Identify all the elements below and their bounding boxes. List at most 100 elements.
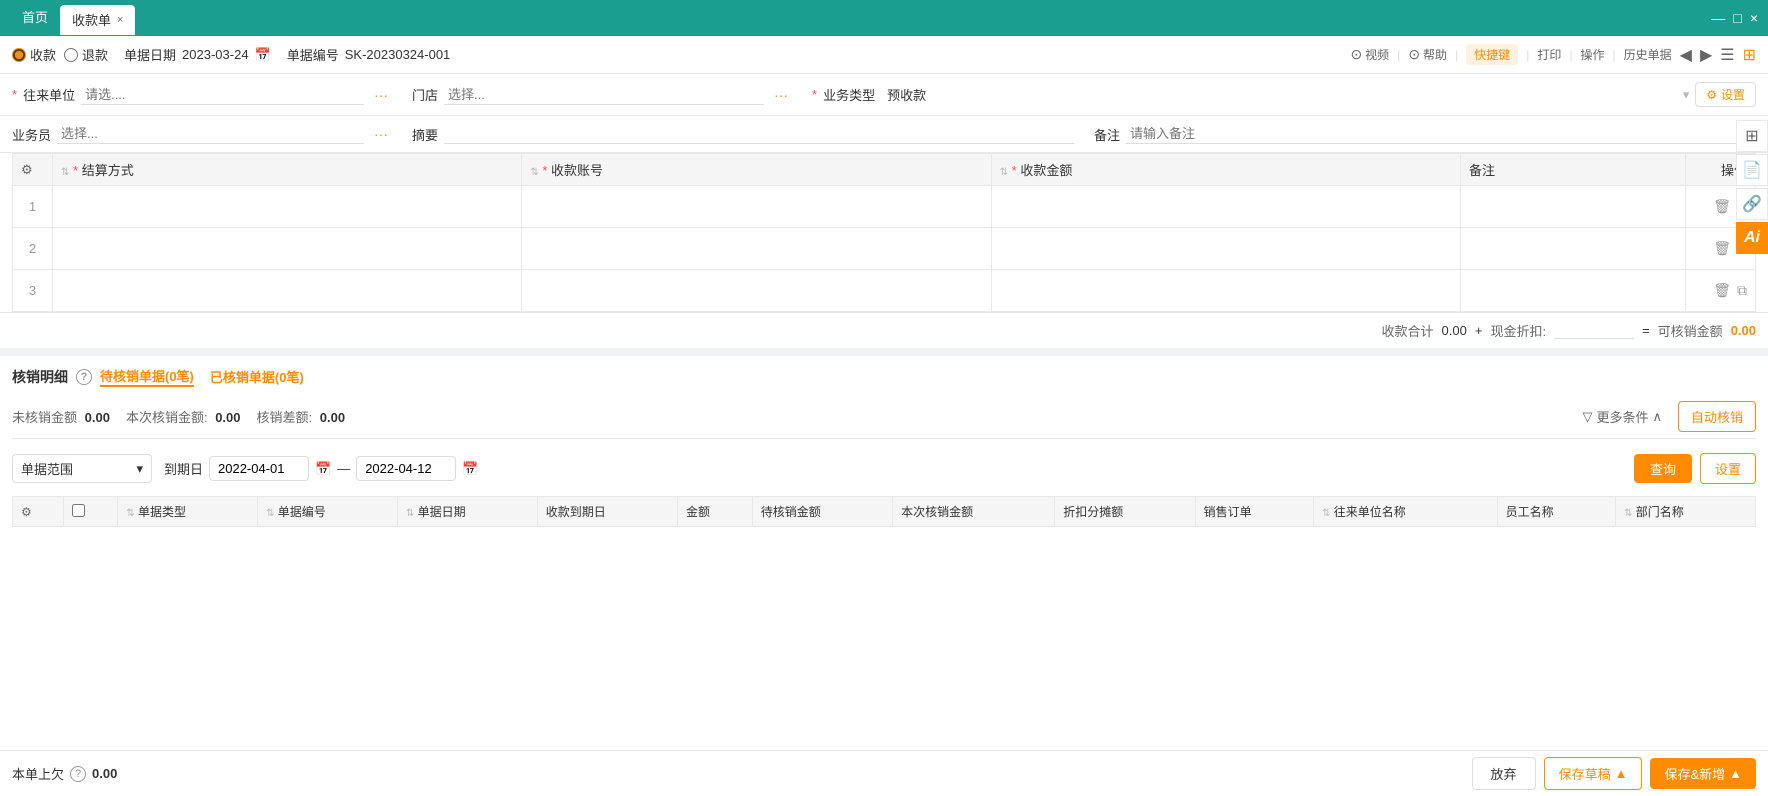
bendan-info-icon[interactable]: ? [70,766,86,782]
help-btn[interactable]: ⊙ 帮助 [1408,46,1447,63]
nav-right-icon[interactable]: ▶ [1700,45,1712,65]
print-btn[interactable]: 打印 [1537,46,1561,63]
minimize-btn[interactable]: — [1711,10,1725,26]
bottom-gear-icon[interactable]: ⚙ [21,505,32,519]
plus-sign: + [1475,323,1483,338]
nav-home[interactable]: 首页 [10,0,60,36]
remark-field: 备注 [1094,124,1756,144]
save-new-arrow[interactable]: ▲ [1729,766,1742,781]
diff-label: 核销差额: 0.00 [257,407,346,426]
salesman-more-btn[interactable]: ··· [370,126,392,142]
unchecked-value: 0.00 [85,410,110,425]
bendan-label: 本单上欠 [12,764,64,783]
range-select[interactable]: 单据范围 ▾ [12,454,152,483]
save-draft-btn[interactable]: 保存草稿 ▲ [1544,757,1643,790]
calendar-from-icon[interactable]: 📅 [315,461,331,477]
account-2[interactable] [522,228,991,270]
account-3[interactable] [522,270,991,312]
amount-2[interactable] [991,228,1460,270]
unchecked-label: 未核销金额 0.00 [12,407,110,426]
copy-row-3[interactable]: ⧉ [1737,282,1747,299]
table-gear-icon[interactable]: ⚙ [21,162,33,177]
form-row-2: 业务员 ··· 摘要 备注 [0,116,1768,153]
sidebar-table-icon[interactable]: ⊞ [1736,120,1768,152]
grid-icon[interactable]: ⊞ [1743,45,1756,65]
abandon-btn[interactable]: 放弃 [1472,757,1536,790]
summary-label: 摘要 [412,125,438,144]
salesman-field: 业务员 ··· [12,124,392,144]
bottom-col-pending: 待核销金额 [752,497,892,527]
sidebar-ai-icon[interactable]: Ai [1736,222,1768,254]
bottom-col-order: 销售订单 [1195,497,1313,527]
shortcut-btn[interactable]: 快捷键 [1466,44,1518,65]
biz-type-dropdown[interactable]: ▾ [1683,87,1690,103]
sidebar-doc-icon[interactable]: 📄 [1736,154,1768,186]
layout-icon[interactable]: ☰ [1720,45,1734,65]
remark-1[interactable] [1460,186,1685,228]
close-btn[interactable]: × [1750,10,1758,26]
partner-input[interactable] [81,85,364,105]
hexiao-title-row: 核销明细 ? 待核销单据(0笔) 已核销单据(0笔) [12,366,1756,387]
save-draft-arrow[interactable]: ▲ [1615,766,1628,781]
remark-3[interactable] [1460,270,1685,312]
video-btn[interactable]: ⊙ 视频 [1350,46,1389,63]
store-input[interactable] [444,85,764,105]
tab-pending[interactable]: 待核销单据(0笔) [100,366,194,387]
win-controls: — □ × [1711,10,1758,26]
summary-input[interactable] [444,124,1074,144]
nav-tab-close[interactable]: × [117,14,123,26]
table-row: 1 🗑 ⧉ [13,186,1756,228]
amount-3[interactable] [991,270,1460,312]
calendar-icon[interactable]: 📅 [255,47,271,63]
delete-row-1[interactable]: 🗑 [1713,198,1731,215]
query-btn[interactable]: 查询 [1634,454,1692,483]
settle-2[interactable] [53,228,522,270]
select-all-checkbox[interactable] [72,504,85,517]
filter-icon: ▽ [1582,409,1592,425]
radio-shoukuan-label: 收款 [30,45,56,64]
sidebar-link-icon[interactable]: 🔗 [1736,188,1768,220]
bottom-col-num: ⇅ 单据编号 [258,497,398,527]
store-label: 门店 [412,85,438,104]
partner-more-btn[interactable]: ··· [370,87,392,103]
delete-row-2[interactable]: 🗑 [1713,240,1731,257]
hexiao-info-icon[interactable]: ? [76,369,92,385]
calendar-to-icon[interactable]: 📅 [462,461,478,477]
radio-tuikuan[interactable]: 退款 [64,45,108,64]
settings-btn[interactable]: ⚙ 设置 [1695,82,1756,107]
ops-btn[interactable]: 操作 [1580,46,1604,63]
history-btn[interactable]: 历史单据 [1624,46,1672,63]
col-remark: 备注 [1460,154,1685,186]
remark-2[interactable] [1460,228,1685,270]
settle-3[interactable] [53,270,522,312]
bottom-col-current: 本次核销金额 [893,497,1055,527]
save-new-btn[interactable]: 保存&新增 ▲ [1650,758,1756,789]
remark-input[interactable] [1126,124,1756,144]
salesman-input[interactable] [57,124,364,144]
delete-row-3[interactable]: 🗑 [1713,282,1731,299]
biz-type-field: * 业务类型 预收款 ▾ ⚙ 设置 [812,82,1756,107]
more-conditions-btn[interactable]: ▽ 更多条件 ∧ [1582,407,1662,426]
radio-shoukuan[interactable]: 收款 [12,45,56,64]
nav-tab-shoukuan[interactable]: 收款单 × [60,5,135,35]
right-sidebar: ⊞ 📄 🔗 Ai [1736,120,1768,254]
auto-hexiao-btn[interactable]: 自动核销 [1678,401,1756,432]
tab-done[interactable]: 已核销单据(0笔) [210,367,304,386]
discount-input[interactable] [1554,323,1634,339]
store-more-btn[interactable]: ··· [770,87,792,103]
amount-1[interactable] [991,186,1460,228]
settle-1[interactable] [53,186,522,228]
maximize-btn[interactable]: □ [1733,10,1741,26]
date-value: 2023-03-24 [182,47,249,62]
footer: 本单上欠 ? 0.00 放弃 保存草稿 ▲ 保存&新增 ▲ [0,750,1768,796]
date-to-input[interactable] [356,456,456,481]
partner-label: 往来单位 [23,85,75,104]
nav-left-icon[interactable]: ◀ [1680,45,1692,65]
equal-sign: = [1642,323,1650,338]
bottom-col-type: ⇅ 单据类型 [118,497,258,527]
date-from-input[interactable] [209,456,309,481]
bottom-col-date: ⇅ 单据日期 [397,497,537,527]
account-1[interactable] [522,186,991,228]
hexiao-set-btn[interactable]: 设置 [1700,453,1756,484]
radio-tuikuan-label: 退款 [82,45,108,64]
